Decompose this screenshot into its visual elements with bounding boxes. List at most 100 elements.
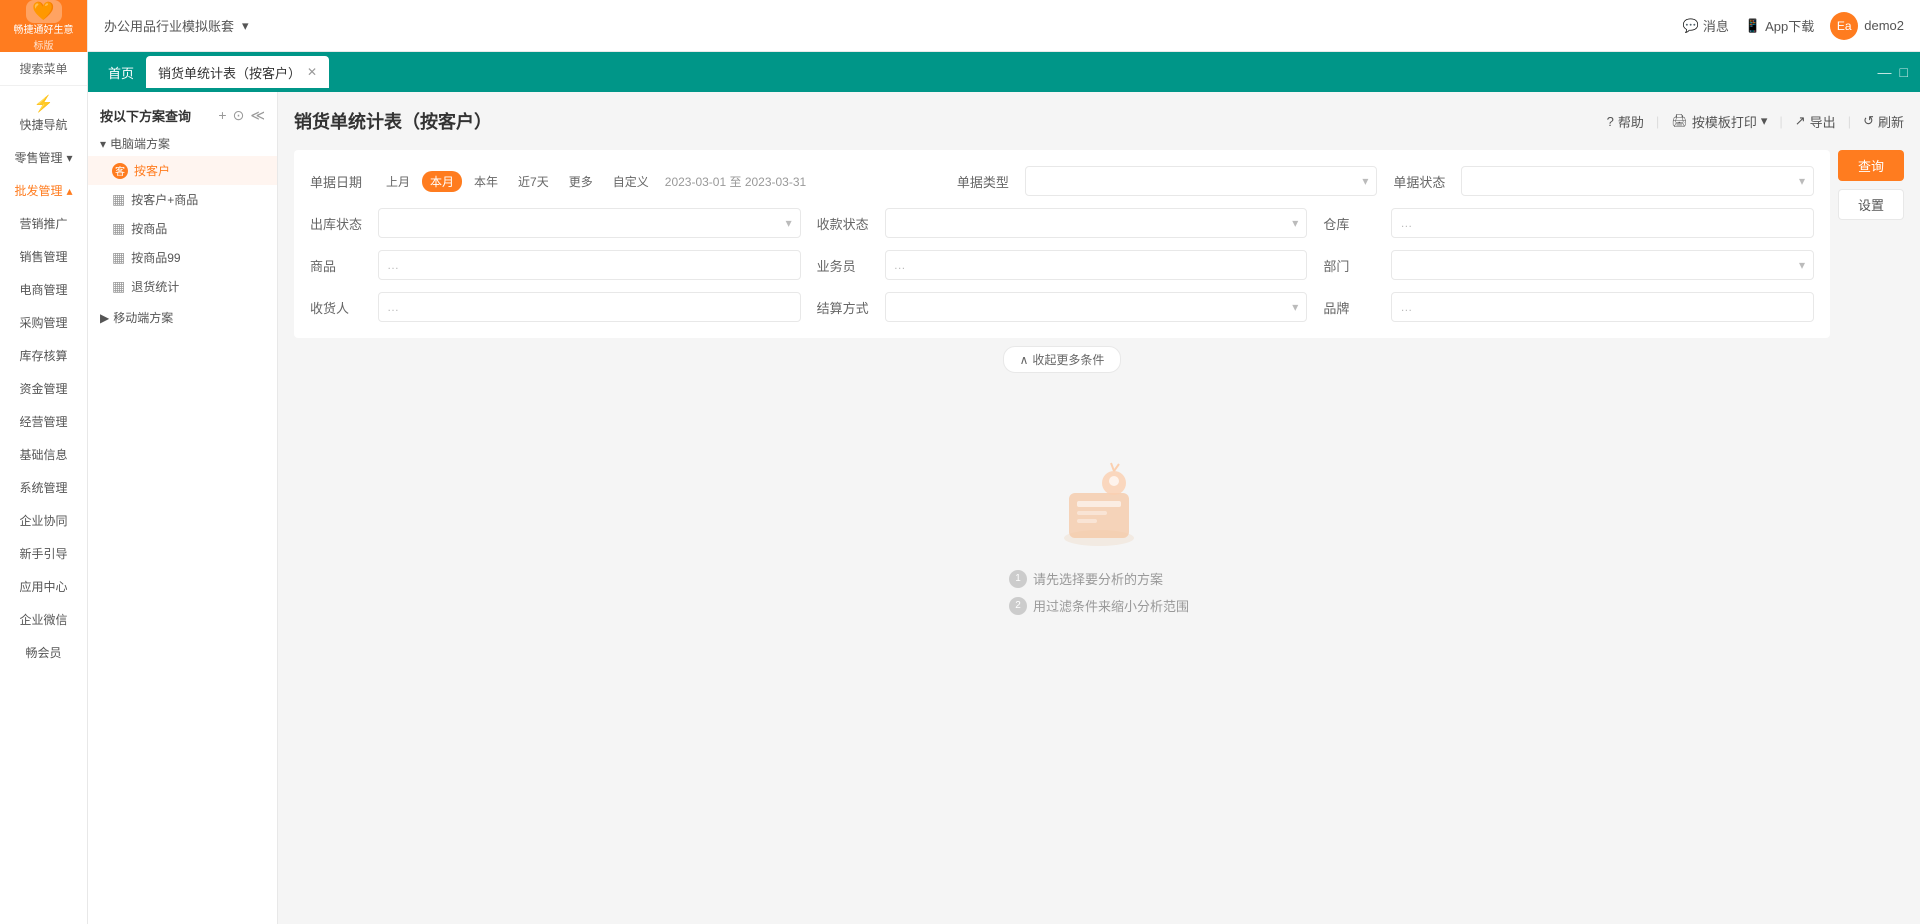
- date-tab-this-year[interactable]: 本年: [466, 171, 506, 192]
- date-tab-7days[interactable]: 近7天: [510, 171, 557, 192]
- tab-close-icon[interactable]: ✕: [307, 65, 317, 79]
- salesperson-dots: …: [894, 258, 908, 272]
- goods-control[interactable]: …: [378, 250, 801, 280]
- doc-type-control[interactable]: ▾: [1025, 166, 1378, 196]
- mobile-group-title[interactable]: ▶ 移动端方案: [88, 305, 277, 330]
- message-button[interactable]: 💬 消息: [1683, 16, 1729, 35]
- collapse-button[interactable]: ∧ 收起更多条件: [1003, 346, 1122, 373]
- date-tab-this-month[interactable]: 本月: [422, 171, 462, 192]
- sidebar-item-system[interactable]: 系统管理: [0, 471, 87, 504]
- tab-sales-stat[interactable]: 销货单统计表（按客户） ✕: [146, 56, 329, 88]
- sidebar-item-operation[interactable]: 经营管理: [0, 405, 87, 438]
- print-button[interactable]: 🖨 按模板打印 ▾: [1671, 112, 1767, 131]
- query-button[interactable]: 查询: [1838, 150, 1904, 181]
- warehouse-control[interactable]: …: [1391, 208, 1814, 238]
- scheme-item-label-3: 按商品: [131, 220, 167, 237]
- export-button[interactable]: ↗ 导出: [1795, 112, 1836, 131]
- sidebar-item-appcenter[interactable]: 应用中心: [0, 570, 87, 603]
- scheme-item-label-5: 退货统计: [131, 278, 179, 295]
- scheme-item-return-stat[interactable]: ▦ 退货统计: [88, 272, 277, 301]
- filter-row-2: 出库状态 ▾ 收款状态 ▾: [310, 208, 1814, 238]
- collapse-row: ∧ 收起更多条件: [294, 346, 1830, 373]
- print-icon: 🖨: [1671, 113, 1688, 129]
- retail-arrow: ▾: [66, 151, 72, 165]
- breadcrumb-text: 办公用品行业模拟账套: [104, 16, 234, 35]
- sidebar-item-corpwechat[interactable]: 企业微信: [0, 603, 87, 636]
- scheme-add-icon[interactable]: +: [218, 107, 226, 124]
- pay-status-arrow: ▾: [1292, 216, 1298, 230]
- out-status-arrow: ▾: [786, 216, 792, 230]
- quick-nav-icon: ⚡: [34, 94, 54, 114]
- tip-text-2: 用过滤条件来缩小分析范围: [1033, 596, 1189, 615]
- desktop-group-title[interactable]: ▾ 电脑端方案: [88, 131, 277, 156]
- tab-minimize-icon[interactable]: —: [1878, 64, 1892, 80]
- wholesale-label: 批发管理: [14, 182, 62, 199]
- filter-goods: 商品 …: [310, 250, 801, 280]
- sidebar-item-finance[interactable]: 资金管理: [0, 372, 87, 405]
- scheme-settings-icon[interactable]: ⊙: [233, 107, 245, 124]
- date-tab-last-month[interactable]: 上月: [378, 171, 418, 192]
- sales-label: 销售管理: [19, 248, 67, 265]
- help-button[interactable]: ? 帮助: [1607, 112, 1644, 131]
- sidebar-item-retail[interactable]: 零售管理 ▾: [0, 141, 87, 174]
- sidebar-quick-nav[interactable]: ⚡ 快捷导航: [0, 86, 87, 141]
- sidebar-item-ecommerce[interactable]: 电商管理: [0, 273, 87, 306]
- sidebar-item-basic[interactable]: 基础信息: [0, 438, 87, 471]
- desktop-group-label: 电脑端方案: [110, 135, 170, 152]
- refresh-icon: ↺: [1863, 113, 1874, 129]
- desktop-group-arrow: ▾: [100, 137, 106, 151]
- receiver-control[interactable]: …: [378, 292, 801, 322]
- sidebar-item-member[interactable]: 畅会员: [0, 636, 87, 669]
- sidebar-item-marketing[interactable]: 营销推广: [0, 207, 87, 240]
- date-tab-custom[interactable]: 自定义: [605, 171, 657, 192]
- out-status-control[interactable]: ▾: [378, 208, 801, 238]
- print-label: 按模板打印: [1692, 112, 1757, 131]
- quick-nav-label: 快捷导航: [19, 116, 67, 133]
- page-actions: ? 帮助 | 🖨 按模板打印 ▾ | ↗ 导出 |: [1607, 112, 1904, 131]
- scheme-item-by-customer[interactable]: 客 按客户: [88, 156, 277, 185]
- dept-control[interactable]: ▾: [1391, 250, 1814, 280]
- user-name: demo2: [1864, 18, 1904, 33]
- sidebar-item-newguide[interactable]: 新手引导: [0, 537, 87, 570]
- scheme-item-by-goods-99[interactable]: ▦ 按商品99: [88, 243, 277, 272]
- avatar: Ea: [1830, 12, 1858, 40]
- user-info[interactable]: Ea demo2: [1830, 12, 1904, 40]
- search-menu[interactable]: 搜索菜单: [0, 52, 87, 86]
- date-tab-more[interactable]: 更多: [561, 171, 601, 192]
- scheme-item-label-2: 按客户+商品: [131, 191, 198, 208]
- filter-row-3: 商品 … 业务员 …: [310, 250, 1814, 280]
- tab-home[interactable]: 首页: [96, 56, 146, 88]
- sidebar-item-enterprise[interactable]: 企业协同: [0, 504, 87, 537]
- goods-dots: …: [387, 258, 401, 272]
- app-download-button[interactable]: 📱 App下载: [1745, 16, 1814, 35]
- date-tabs: 上月 本月 本年 近7天 更多 自定义: [378, 171, 657, 192]
- newguide-label: 新手引导: [19, 545, 67, 562]
- doc-status-control[interactable]: ▾: [1461, 166, 1814, 196]
- brand-label: 品牌: [1323, 298, 1383, 317]
- scheme-header: 按以下方案查询 + ⊙ ≪: [88, 100, 277, 131]
- sidebar-item-wholesale[interactable]: 批发管理 ▴: [0, 174, 87, 207]
- page-title: 销货单统计表（按客户）: [294, 108, 492, 134]
- sidebar-item-purchase[interactable]: 采购管理: [0, 306, 87, 339]
- tab-maximize-icon[interactable]: □: [1900, 64, 1908, 80]
- scheme-collapse-icon[interactable]: ≪: [250, 107, 265, 124]
- salesperson-control[interactable]: …: [885, 250, 1308, 280]
- mobile-group-arrow: ▶: [100, 311, 109, 325]
- refresh-button[interactable]: ↺ 刷新: [1863, 112, 1904, 131]
- settlement-control[interactable]: ▾: [885, 292, 1308, 322]
- settings-button[interactable]: 设置: [1838, 189, 1904, 220]
- top-header: 办公用品行业模拟账套 ▾ 💬 消息 📱 App下载 Ea demo2: [88, 0, 1920, 52]
- chart-icon-3: ▦: [112, 249, 125, 266]
- sidebar-item-inventory[interactable]: 库存核算: [0, 339, 87, 372]
- scheme-item-customer-goods[interactable]: ▦ 按客户+商品: [88, 185, 277, 214]
- tab-actions: — □: [1878, 64, 1920, 80]
- settlement-arrow: ▾: [1292, 300, 1298, 314]
- filter-receiver: 收货人 …: [310, 292, 801, 322]
- app-subtitle: 标版: [34, 37, 54, 52]
- sidebar-item-sales[interactable]: 销售管理: [0, 240, 87, 273]
- pay-status-control[interactable]: ▾: [885, 208, 1308, 238]
- brand-control[interactable]: …: [1391, 292, 1814, 322]
- tip-num-1: 1: [1009, 570, 1027, 588]
- scheme-item-by-goods[interactable]: ▦ 按商品: [88, 214, 277, 243]
- filter-doc-type: 单据类型 ▾: [957, 166, 1378, 196]
